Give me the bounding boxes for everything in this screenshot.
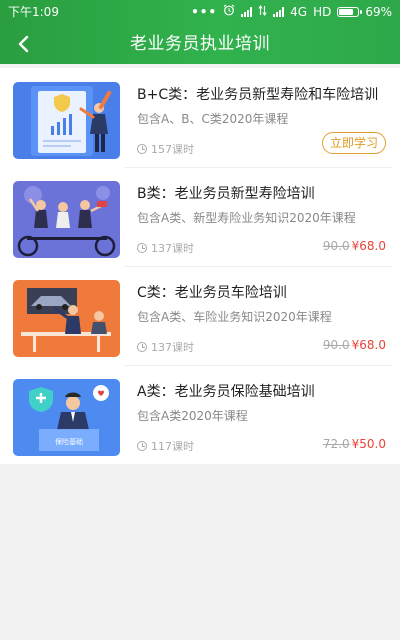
status-bar: 下午1:09 ••• 4G HD 69% — [0, 0, 400, 24]
nav-bar: 老业务员执业培训 — [0, 24, 400, 64]
battery-percent: 69% — [365, 5, 392, 19]
page-title: 老业务员执业培训 — [130, 34, 270, 54]
car-presentation-illustration — [13, 280, 120, 357]
original-price: 72.0 — [322, 437, 350, 451]
course-title: B+C类：老业务员新型寿险和车险培训 — [137, 87, 379, 103]
sale-price: ¥68.0 — [351, 338, 386, 352]
alarm-icon — [223, 0, 235, 24]
course-title: C类：老业务员车险培训 — [137, 285, 287, 301]
course-hours: 157课时 — [137, 141, 194, 157]
sale-price: ¥50.0 — [351, 437, 386, 451]
course-title: B类：老业务员新型寿险培训 — [137, 186, 315, 202]
status-icons: ••• 4G HD 69% — [191, 0, 392, 24]
start-learning-button[interactable]: 立即学习 — [321, 132, 386, 154]
status-time: 下午1:09 — [8, 5, 59, 19]
sale-price: ¥68.0 — [351, 239, 386, 253]
data-transfer-icon — [258, 0, 267, 24]
course-price: 90.0 ¥68.0 — [323, 338, 386, 352]
certificate-illustration — [13, 82, 120, 159]
team-cycling-illustration — [13, 181, 120, 258]
clock-icon — [137, 144, 147, 154]
battery-icon — [337, 7, 363, 17]
course-thumbnail — [13, 280, 120, 357]
course-description: 包含A类、新型寿险业务知识2020年课程 — [137, 211, 356, 225]
app-header: 下午1:09 ••• 4G HD 69% 老业务员执业培训 — [0, 0, 400, 64]
course-thumbnail: 保险基础 — [13, 379, 120, 456]
course-hours: 117课时 — [137, 438, 194, 454]
course-item-bc[interactable]: B+C类：老业务员新型寿险和车险培训 包含A、B、C类2020年课程 157课时… — [0, 68, 400, 167]
course-thumbnail — [13, 82, 120, 159]
course-item-c[interactable]: C类：老业务员车险培训 包含A类、车险业务知识2020年课程 137课时 90.… — [0, 266, 400, 365]
course-hours: 137课时 — [137, 240, 194, 256]
course-description: 包含A类、车险业务知识2020年课程 — [137, 310, 332, 324]
course-hours: 137课时 — [137, 339, 194, 355]
clock-icon — [137, 243, 147, 253]
original-price: 90.0 — [322, 239, 350, 253]
thumbnail-banner-text: 保险基础 — [55, 437, 83, 446]
course-hours-text: 137课时 — [151, 341, 194, 354]
course-price: 72.0 ¥50.0 — [323, 437, 386, 451]
more-notifications-icon: ••• — [191, 5, 218, 19]
course-item-a[interactable]: 保险基础 A类：老业务员保险基础培训 包含A类2020年课程 117课时 72.… — [0, 365, 400, 464]
course-list: B+C类：老业务员新型寿险和车险培训 包含A、B、C类2020年课程 157课时… — [0, 68, 400, 464]
original-price: 90.0 — [322, 338, 350, 352]
course-thumbnail — [13, 181, 120, 258]
course-item-b[interactable]: B类：老业务员新型寿险培训 包含A类、新型寿险业务知识2020年课程 137课时… — [0, 167, 400, 266]
course-hours-text: 137课时 — [151, 242, 194, 255]
signal-icon-secondary — [273, 7, 285, 17]
insurance-basics-illustration: 保险基础 — [13, 379, 120, 456]
course-hours-text: 117课时 — [151, 440, 194, 453]
course-description: 包含A、B、C类2020年课程 — [137, 112, 289, 126]
course-price: 90.0 ¥68.0 — [323, 239, 386, 253]
clock-icon — [137, 342, 147, 352]
course-description: 包含A类2020年课程 — [137, 409, 248, 423]
course-hours-text: 157课时 — [151, 143, 194, 156]
clock-icon — [137, 441, 147, 451]
network-type: 4G — [290, 5, 308, 19]
hd-indicator: HD — [313, 5, 332, 19]
signal-icon — [241, 7, 253, 17]
course-title: A类：老业务员保险基础培训 — [137, 384, 315, 400]
